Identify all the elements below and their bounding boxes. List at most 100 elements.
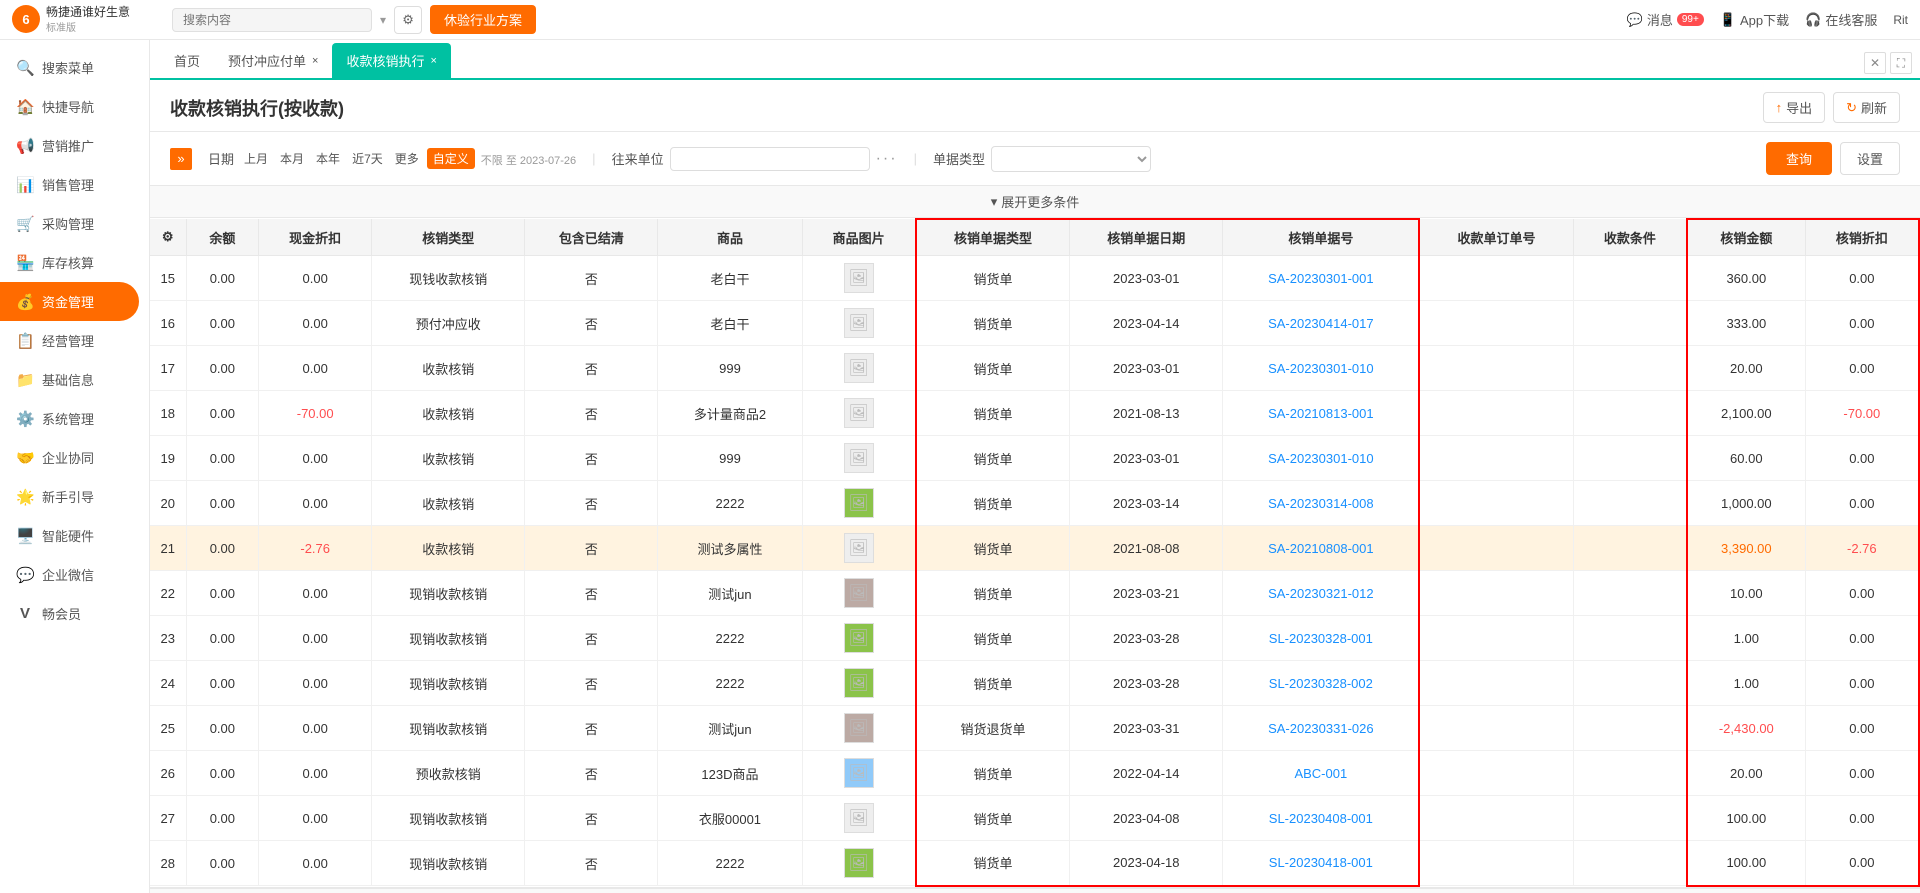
sidebar-item-basic-info[interactable]: 📁 基础信息 [0,360,149,399]
goods-image[interactable]: 🖼 [844,353,874,383]
sidebar-item-label: 系统管理 [42,409,94,428]
tab-home[interactable]: 首页 [160,43,214,78]
filter-expand-btn[interactable]: » [170,148,192,170]
sidebar-item-search[interactable]: 🔍 搜索菜单 [0,48,149,87]
date-more[interactable]: 更多 [391,148,423,169]
row-writeoff-discount: 0.00 [1805,256,1919,301]
row-goods-img[interactable]: 🖼 [802,796,916,841]
tab-close-btn[interactable]: ✕ [1864,52,1886,74]
expand-more-label: 展开更多条件 [1001,192,1079,211]
receipt-no-link[interactable]: SA-20210808-001 [1268,541,1374,556]
goods-image[interactable]: 🖼 [844,758,874,788]
tab-prepay-close-icon[interactable]: × [312,55,318,67]
receipt-no-link[interactable]: SA-20230301-001 [1268,271,1374,286]
date-7days[interactable]: 近7天 [348,148,387,169]
row-goods-img[interactable]: 🖼 [802,436,916,481]
sidebar-item-quicknav[interactable]: 🏠 快捷导航 [0,87,149,126]
date-this-month[interactable]: 本月 [276,148,308,169]
receipt-no-link[interactable]: SL-20230418-001 [1269,855,1373,870]
date-custom[interactable]: 自定义 [427,148,475,169]
goods-image[interactable]: 🖼 [844,803,874,833]
receipt-type-select[interactable] [991,146,1151,172]
goods-image[interactable]: 🖼 [844,848,874,878]
settings-icon[interactable]: ⚙ [394,6,422,34]
industry-btn[interactable]: 休验行业方案 [430,5,536,34]
tab-collect-writeoff[interactable]: 收款核销执行 × [332,43,450,78]
app-download[interactable]: 📱 App下载 [1720,10,1789,29]
goods-image[interactable]: 🖼 [844,533,874,563]
row-goods-img[interactable]: 🖼 [802,841,916,886]
sidebar-item-marketing[interactable]: 📢 营销推广 [0,126,149,165]
sidebar-item-hardware[interactable]: 🖥️ 智能硬件 [0,516,149,555]
dropdown-arrow-icon[interactable]: ▾ [380,13,386,27]
sidebar-item-inventory[interactable]: 🏪 库存核算 [0,243,149,282]
receipt-no-link[interactable]: SA-20210813-001 [1268,406,1374,421]
goods-image[interactable]: 🖼 [844,263,874,293]
date-last-month[interactable]: 上月 [240,148,272,169]
goods-image[interactable]: 🖼 [844,668,874,698]
counterpart-dots[interactable]: ··· [876,150,898,168]
receipt-no-link[interactable]: SL-20230408-001 [1269,811,1373,826]
sidebar-item-wechat[interactable]: 💬 企业微信 [0,555,149,594]
row-include-settled: 否 [525,436,658,481]
row-goods-img[interactable]: 🖼 [802,526,916,571]
goods-image[interactable]: 🖼 [844,443,874,473]
receipt-no-link[interactable]: SA-20230414-017 [1268,316,1374,331]
tab-prepay[interactable]: 预付冲应付单 × [214,43,332,78]
row-goods-img[interactable]: 🖼 [802,391,916,436]
sidebar-item-finance[interactable]: 💰 资金管理 [0,282,139,321]
page-actions: ↑ 导出 ↻ 刷新 [1763,92,1900,123]
sidebar-item-operations[interactable]: 📋 经营管理 [0,321,149,360]
top-bar-right: 💬 消息 99+ 📱 App下载 🎧 在线客服 Rit [1627,10,1908,29]
sidebar-item-member[interactable]: V 畅会员 [0,594,149,633]
table-header: ⚙ 余额 现金折扣 核销类型 包含已结清 商品 商品图片 核销单据类型 核销单据… [150,219,1919,256]
row-receipt-no: SA-20230414-017 [1223,301,1419,346]
query-btn[interactable]: 查询 [1766,142,1832,175]
sidebar-item-sales[interactable]: 📊 销售管理 [0,165,149,204]
tab-collect-writeoff-close-icon[interactable]: × [430,55,436,67]
row-collect-condition [1573,346,1687,391]
export-btn[interactable]: ↑ 导出 [1763,92,1826,123]
row-goods-img[interactable]: 🖼 [802,256,916,301]
goods-image[interactable]: 🖼 [844,488,874,518]
goods-image[interactable]: 🖼 [844,308,874,338]
counterpart-input[interactable] [670,147,870,171]
table-row: 150.000.00现钱收款核销否老白干🖼销货单2023-03-01SA-202… [150,256,1919,301]
row-goods-img[interactable]: 🖼 [802,661,916,706]
refresh-btn[interactable]: ↻ 刷新 [1833,92,1900,123]
receipt-no-link[interactable]: SA-20230321-012 [1268,586,1374,601]
row-no: 27 [150,796,186,841]
tab-maximize-btn[interactable]: ⛶ [1890,52,1912,74]
row-goods: 2222 [658,661,802,706]
row-receipt-type: 销货单 [916,256,1070,301]
row-goods-img[interactable]: 🖼 [802,301,916,346]
receipt-no-link[interactable]: SA-20230331-026 [1268,721,1374,736]
expand-more-btn[interactable]: ▾ 展开更多条件 [991,192,1080,211]
sidebar-item-system[interactable]: ⚙️ 系统管理 [0,399,149,438]
message-area[interactable]: 💬 消息 99+ [1627,10,1704,29]
row-goods-img[interactable]: 🖼 [802,346,916,391]
sidebar-item-purchase[interactable]: 🛒 采购管理 [0,204,149,243]
row-writeoff-discount: 0.00 [1805,706,1919,751]
row-goods-img[interactable]: 🖼 [802,751,916,796]
receipt-no-link[interactable]: SL-20230328-002 [1269,676,1373,691]
goods-image[interactable]: 🖼 [844,578,874,608]
receipt-no-link[interactable]: SL-20230328-001 [1269,631,1373,646]
row-goods-img[interactable]: 🖼 [802,706,916,751]
row-goods-img[interactable]: 🖼 [802,571,916,616]
sidebar-item-enterprise[interactable]: 🤝 企业协同 [0,438,149,477]
goods-image[interactable]: 🖼 [844,398,874,428]
sidebar-item-guide[interactable]: 🌟 新手引导 [0,477,149,516]
receipt-no-link[interactable]: SA-20230301-010 [1268,361,1374,376]
row-goods-img[interactable]: 🖼 [802,481,916,526]
row-goods-img[interactable]: 🖼 [802,616,916,661]
filter-settings-btn[interactable]: 设置 [1840,142,1900,175]
receipt-no-link[interactable]: ABC-001 [1294,766,1347,781]
goods-image[interactable]: 🖼 [844,623,874,653]
goods-image[interactable]: 🖼 [844,713,874,743]
receipt-no-link[interactable]: SA-20230301-010 [1268,451,1374,466]
receipt-no-link[interactable]: SA-20230314-008 [1268,496,1374,511]
online-service[interactable]: 🎧 在线客服 [1805,10,1877,29]
date-this-year[interactable]: 本年 [312,148,344,169]
search-input[interactable] [172,8,372,32]
